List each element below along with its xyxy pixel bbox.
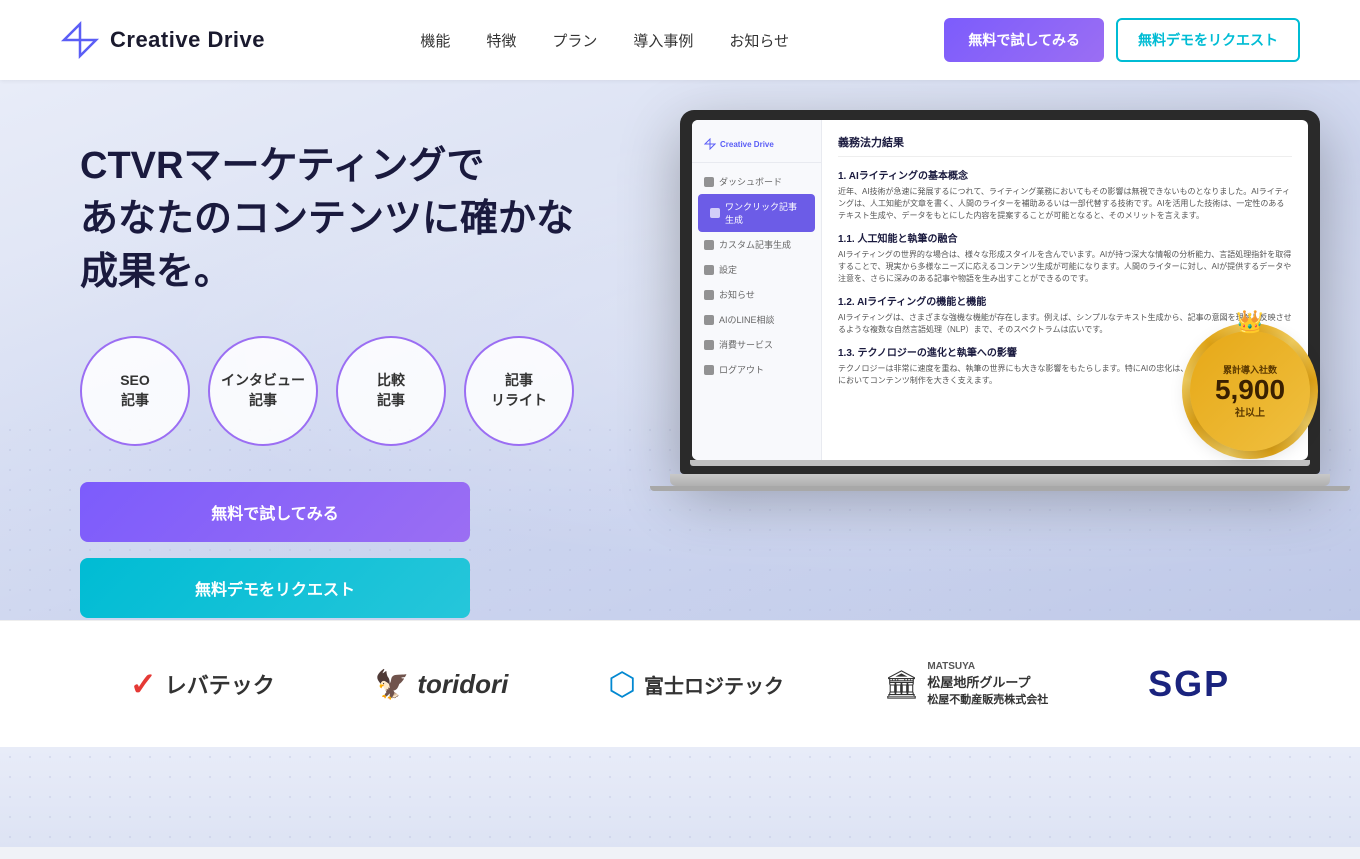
laptop-base xyxy=(670,474,1330,486)
circle-interview[interactable]: インタビュー記事 xyxy=(208,336,318,446)
fuji-text: 富士ロジテック xyxy=(644,670,784,699)
app-section-1-heading: 1. AIライティングの基本概念 xyxy=(838,167,1292,182)
app-sidebar-settings[interactable]: 設定 xyxy=(692,257,821,282)
matsuya-text-group: MATSUYA 松屋地所グループ 松屋不動産販売株式会社 xyxy=(927,661,1048,707)
circle-rewrite[interactable]: 記事リライト xyxy=(464,336,574,446)
matsuya-label: MATSUYA xyxy=(927,661,1048,672)
badge-container: 👑 累計導入社数 5,900 社以上 xyxy=(1190,331,1310,451)
app-section-1-text: 近年、AI技術が急速に発展するにつれて、ライティング業務においてもその影響は無視… xyxy=(838,186,1292,222)
hero-title: CTVRマーケティングで あなたのコンテンツに確かな成果を。 xyxy=(80,140,600,300)
app-section-1-2-heading: 1.2. AIライティングの機能と機能 xyxy=(838,293,1292,308)
hero-section: CTVRマーケティングで あなたのコンテンツに確かな成果を。 SEO記事 インタ… xyxy=(0,80,1360,620)
app-sidebar-logout[interactable]: ログアウト xyxy=(692,357,821,382)
header-buttons: 無料で試してみる 無料デモをリクエスト xyxy=(944,18,1300,62)
nav-link-plans[interactable]: プラン xyxy=(552,30,597,51)
nav: 機能 特徴 プラン 導入事例 お知らせ xyxy=(420,30,789,51)
app-sidebar-logo: Creative Drive xyxy=(692,130,821,163)
nav-link-characteristics[interactable]: 特徴 xyxy=(486,30,516,51)
app-sidebar-custom[interactable]: カスタム記事生成 xyxy=(692,232,821,257)
app-sidebar-service[interactable]: 消費サービス xyxy=(692,332,821,357)
matsuya-icon: 🏛 xyxy=(884,668,920,701)
logo-toridori: 🦅 toridori xyxy=(374,668,508,701)
hero-demo-button[interactable]: 無料デモをリクエスト xyxy=(80,558,470,618)
hero-circles: SEO記事 インタビュー記事 比較記事 記事リライト xyxy=(80,336,600,446)
header: Creative Drive 機能 特徴 プラン 導入事例 お知らせ 無料で試し… xyxy=(0,0,1360,80)
matsuya-name2: 松屋不動産販売株式会社 xyxy=(927,691,1048,707)
logo[interactable]: Creative Drive xyxy=(60,20,265,60)
circle-comparison[interactable]: 比較記事 xyxy=(336,336,446,446)
levatech-icon: ✓ xyxy=(130,665,157,703)
crown-icon: 👑 xyxy=(1236,309,1263,335)
app-sidebar-oneclick[interactable]: ワンクリック記事生成 xyxy=(698,194,815,232)
logo-sgp: SGP xyxy=(1148,663,1230,705)
fuji-icon: ⬡ xyxy=(608,665,636,703)
nav-link-news[interactable]: お知らせ xyxy=(729,30,789,51)
app-section-1-1-heading: 1.1. 人工知能と執筆の融合 xyxy=(838,230,1292,245)
app-sidebar-dashboard[interactable]: ダッシュボード xyxy=(692,169,821,194)
app-sidebar: Creative Drive ダッシュボード ワンクリック記事生成 カ xyxy=(692,120,822,460)
logo-matsuya: 🏛 MATSUYA 松屋地所グループ 松屋不動産販売株式会社 xyxy=(884,661,1049,707)
logo-fuji: ⬡ 富士ロジテック xyxy=(608,665,784,703)
badge-number: 5,900 xyxy=(1215,376,1285,404)
app-section-1-1: 1.1. 人工知能と執筆の融合 AIライティングの世界的な場合は、様々な形成スタ… xyxy=(838,230,1292,285)
app-sidebar-line[interactable]: AIのLINE相談 xyxy=(692,307,821,332)
toridori-text: toridori xyxy=(417,669,508,700)
header-trial-button[interactable]: 無料で試してみる xyxy=(944,18,1104,62)
laptop-mockup: Creative Drive ダッシュボード ワンクリック記事生成 カ xyxy=(680,110,1320,491)
toridori-icon: 🦅 xyxy=(374,668,409,701)
hero-trial-button[interactable]: 無料で試してみる xyxy=(80,482,470,542)
logos-section: ✓ レバテック 🦅 toridori ⬡ 富士ロジテック 🏛 MATSUYA 松… xyxy=(0,620,1360,747)
achievement-badge: 👑 累計導入社数 5,900 社以上 xyxy=(1190,331,1310,451)
app-main-title: 義務法力結果 xyxy=(838,134,1292,157)
sgp-text: SGP xyxy=(1148,663,1230,705)
levatech-text: レバテック xyxy=(165,668,275,700)
hero-content: CTVRマーケティングで あなたのコンテンツに確かな成果を。 SEO記事 インタ… xyxy=(80,140,600,618)
logo-icon xyxy=(60,20,100,60)
app-section-1-1-text: AIライティングの世界的な場合は、様々な形成スタイルを含んでいます。AIが持つ深… xyxy=(838,249,1292,285)
app-sidebar-news[interactable]: お知らせ xyxy=(692,282,821,307)
nav-link-features[interactable]: 機能 xyxy=(420,30,450,51)
hero-btn-group: 無料で試してみる 無料デモをリクエスト xyxy=(80,482,470,618)
matsuya-name1: 松屋地所グループ xyxy=(927,672,1048,691)
nav-link-cases[interactable]: 導入事例 xyxy=(633,30,693,51)
header-demo-button[interactable]: 無料デモをリクエスト xyxy=(1116,18,1300,62)
laptop-foot xyxy=(650,486,1350,491)
circle-seo[interactable]: SEO記事 xyxy=(80,336,190,446)
app-section-1: 1. AIライティングの基本概念 近年、AI技術が急速に発展するにつれて、ライテ… xyxy=(838,167,1292,222)
badge-label-bottom: 社以上 xyxy=(1235,404,1265,419)
logo-text: Creative Drive xyxy=(110,27,265,53)
bottom-decorative xyxy=(0,747,1360,847)
logo-levatech: ✓ レバテック xyxy=(130,665,275,703)
laptop-notch xyxy=(690,460,1310,466)
